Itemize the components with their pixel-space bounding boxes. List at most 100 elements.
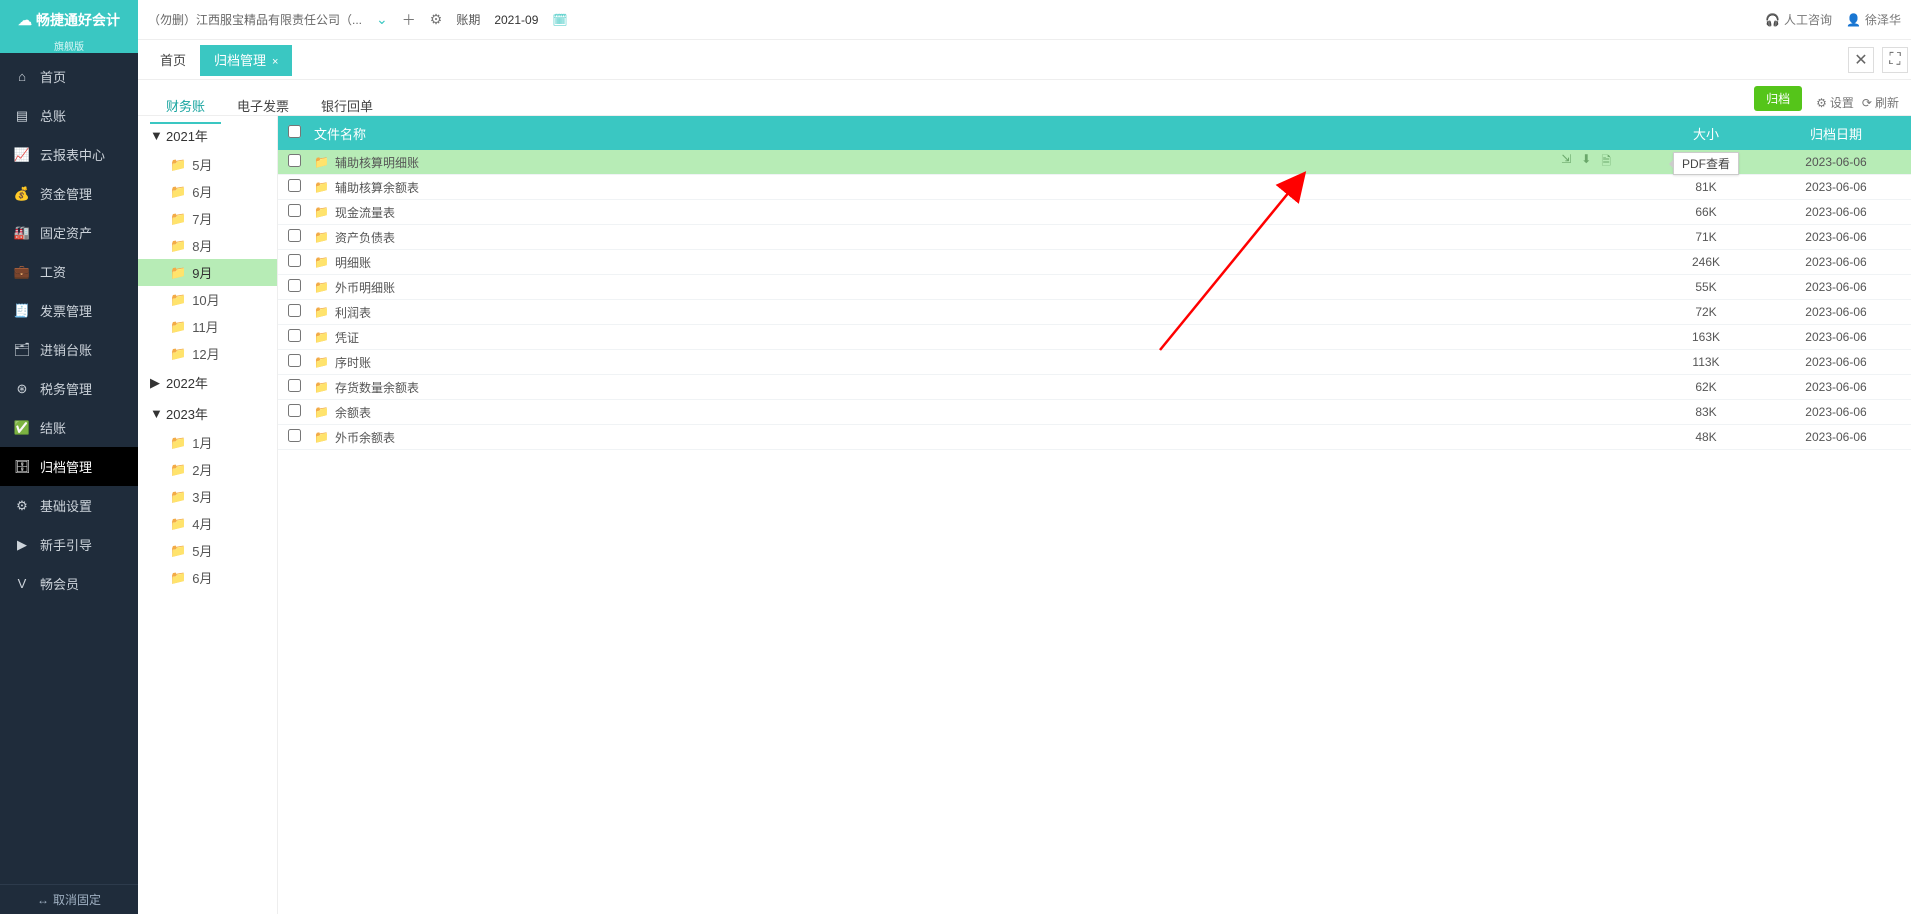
tree-month-label: 5月 bbox=[192, 541, 212, 560]
sidebar-item-0[interactable]: ⌂ 首页 bbox=[0, 57, 138, 96]
tree-month-2-0[interactable]: 📁 1月 bbox=[138, 429, 277, 456]
cloud-icon: ☁ bbox=[18, 12, 32, 29]
export-icon[interactable]: ⇲ bbox=[1561, 152, 1571, 173]
folder-icon: 📁 bbox=[170, 346, 186, 362]
tree-month-0-1[interactable]: 📁 6月 bbox=[138, 178, 277, 205]
tree-month-0-3[interactable]: 📁 8月 bbox=[138, 232, 277, 259]
company-settings-button[interactable]: ⚙ bbox=[430, 11, 443, 28]
salary-icon: 💼 bbox=[14, 264, 30, 280]
table-row[interactable]: 📁 现金流量表 66K 2023-06-06 bbox=[278, 200, 1911, 225]
table-row[interactable]: 📁 利润表 72K 2023-06-06 bbox=[278, 300, 1911, 325]
tree-month-2-5[interactable]: 📁 6月 bbox=[138, 564, 277, 591]
chevron-down-icon[interactable]: ⌄ bbox=[376, 11, 388, 28]
table-row[interactable]: 📁 资产负债表 71K 2023-06-06 bbox=[278, 225, 1911, 250]
tree-month-2-2[interactable]: 📁 3月 bbox=[138, 483, 277, 510]
download-icon[interactable]: ⬇ bbox=[1581, 152, 1591, 173]
tree-month-2-3[interactable]: 📁 4月 bbox=[138, 510, 277, 537]
sidebar-item-label: 工资 bbox=[40, 262, 66, 281]
row-checkbox[interactable] bbox=[288, 379, 301, 392]
file-size: 62K bbox=[1641, 380, 1771, 394]
tree-year-2[interactable]: ▼ 2023年 bbox=[138, 398, 277, 429]
close-all-tabs-button[interactable]: ✕ bbox=[1848, 47, 1874, 73]
sidebar-item-4[interactable]: 🏭 固定资产 bbox=[0, 213, 138, 252]
sidebar-item-11[interactable]: ⚙ 基础设置 bbox=[0, 486, 138, 525]
tab-0[interactable]: 首页 bbox=[146, 45, 200, 76]
tree-year-0[interactable]: ▼ 2021年 bbox=[138, 120, 277, 151]
user-name: 徐泽华 bbox=[1865, 11, 1901, 28]
sidebar-item-8[interactable]: ⊛ 税务管理 bbox=[0, 369, 138, 408]
folder-icon: 📁 bbox=[170, 184, 186, 200]
tree-month-2-4[interactable]: 📁 5月 bbox=[138, 537, 277, 564]
vip-icon: V bbox=[14, 576, 30, 592]
row-checkbox[interactable] bbox=[288, 179, 301, 192]
tree-month-0-2[interactable]: 📁 7月 bbox=[138, 205, 277, 232]
table-row[interactable]: 📁 辅助核算余额表 81K 2023-06-06 bbox=[278, 175, 1911, 200]
sidebar-item-2[interactable]: 📈 云报表中心 bbox=[0, 135, 138, 174]
unpin-button[interactable]: ↔ 取消固定 bbox=[0, 884, 138, 914]
brand-logo[interactable]: ☁ 畅捷通好会计 bbox=[0, 0, 138, 40]
sidebar-item-9[interactable]: ✅ 结账 bbox=[0, 408, 138, 447]
col-name: 文件名称 bbox=[314, 124, 1641, 143]
row-checkbox[interactable] bbox=[288, 429, 301, 442]
table-row[interactable]: 📁 余额表 83K 2023-06-06 bbox=[278, 400, 1911, 425]
sidebar-item-13[interactable]: V 畅会员 bbox=[0, 564, 138, 603]
table-row[interactable]: 📁 凭证 163K 2023-06-06 bbox=[278, 325, 1911, 350]
col-date: 归档日期 bbox=[1771, 124, 1901, 143]
tree-month-label: 8月 bbox=[192, 236, 212, 255]
tab-1[interactable]: 归档管理× bbox=[200, 45, 292, 76]
sidebar-item-label: 首页 bbox=[40, 67, 66, 86]
tree-month-0-0[interactable]: 📁 5月 bbox=[138, 151, 277, 178]
row-checkbox[interactable] bbox=[288, 204, 301, 217]
sidebar-item-10[interactable]: 🗄 归档管理 bbox=[0, 447, 138, 486]
pdf-view-icon[interactable]: 🗎 bbox=[1601, 152, 1611, 173]
table-row[interactable]: 📁 序时账 113K 2023-06-06 bbox=[278, 350, 1911, 375]
hotline-button[interactable]: 🎧 人工咨询 bbox=[1765, 11, 1832, 28]
folder-icon: 📁 bbox=[170, 238, 186, 254]
period-value[interactable]: 2021-09 bbox=[494, 13, 538, 27]
file-size: 246K bbox=[1641, 255, 1771, 269]
row-checkbox[interactable] bbox=[288, 329, 301, 342]
table-row[interactable]: 📁 明细账 246K 2023-06-06 bbox=[278, 250, 1911, 275]
file-size: 48K bbox=[1641, 430, 1771, 444]
fullscreen-button[interactable]: ⛶ bbox=[1882, 47, 1908, 73]
sidebar-item-12[interactable]: ▶ 新手引导 bbox=[0, 525, 138, 564]
table-row[interactable]: 📁 存货数量余额表 62K 2023-06-06 bbox=[278, 375, 1911, 400]
tree-month-0-7[interactable]: 📁 12月 bbox=[138, 340, 277, 367]
add-company-button[interactable]: ＋ bbox=[402, 10, 416, 30]
row-checkbox[interactable] bbox=[288, 154, 301, 167]
tree-month-0-5[interactable]: 📁 10月 bbox=[138, 286, 277, 313]
sidebar-item-7[interactable]: 🗂 进销台账 bbox=[0, 330, 138, 369]
calendar-icon[interactable]: 🗓 bbox=[552, 13, 567, 27]
row-checkbox[interactable] bbox=[288, 229, 301, 242]
company-selector[interactable]: （勿删）江西服宝精品有限责任公司（... bbox=[148, 11, 362, 28]
refresh-link[interactable]: ⟳ 刷新 bbox=[1862, 94, 1899, 111]
sidebar-item-6[interactable]: 🧾 发票管理 bbox=[0, 291, 138, 330]
tree-month-0-6[interactable]: 📁 11月 bbox=[138, 313, 277, 340]
row-checkbox[interactable] bbox=[288, 279, 301, 292]
sidebar-item-5[interactable]: 💼 工资 bbox=[0, 252, 138, 291]
tree-month-2-1[interactable]: 📁 2月 bbox=[138, 456, 277, 483]
row-checkbox[interactable] bbox=[288, 404, 301, 417]
sidebar-item-3[interactable]: 💰 资金管理 bbox=[0, 174, 138, 213]
tree-year-1[interactable]: ▶ 2022年 bbox=[138, 367, 277, 398]
sidebar: ☁ 畅捷通好会计 旗舰版 ⌂ 首页▤ 总账📈 云报表中心💰 资金管理🏭 固定资产… bbox=[0, 0, 138, 914]
row-checkbox[interactable] bbox=[288, 304, 301, 317]
table-row[interactable]: 📁 辅助核算明细账 ⇲ ⬇ 🗎 PDF查看 16K 2023-06-06 bbox=[278, 150, 1911, 175]
tree-month-0-4[interactable]: 📁 9月 bbox=[138, 259, 277, 286]
table-row[interactable]: 📁 外币明细账 55K 2023-06-06 bbox=[278, 275, 1911, 300]
fund-icon: 💰 bbox=[14, 186, 30, 202]
file-size: 83K bbox=[1641, 405, 1771, 419]
close-icon[interactable]: × bbox=[272, 56, 278, 68]
row-checkbox[interactable] bbox=[288, 354, 301, 367]
sidebar-item-label: 固定资产 bbox=[40, 223, 92, 242]
user-menu[interactable]: 👤 徐泽华 bbox=[1846, 11, 1901, 28]
file-name: 资产负债表 bbox=[335, 229, 395, 246]
row-checkbox[interactable] bbox=[288, 254, 301, 267]
select-all-checkbox[interactable] bbox=[288, 125, 301, 138]
folder-icon: 📁 bbox=[314, 380, 329, 394]
sidebar-item-1[interactable]: ▤ 总账 bbox=[0, 96, 138, 135]
tree-month-label: 10月 bbox=[192, 290, 219, 309]
table-row[interactable]: 📁 外币余额表 48K 2023-06-06 bbox=[278, 425, 1911, 450]
archive-button[interactable]: 归档 bbox=[1754, 86, 1802, 111]
settings-link[interactable]: ⚙ 设置 bbox=[1816, 94, 1854, 111]
